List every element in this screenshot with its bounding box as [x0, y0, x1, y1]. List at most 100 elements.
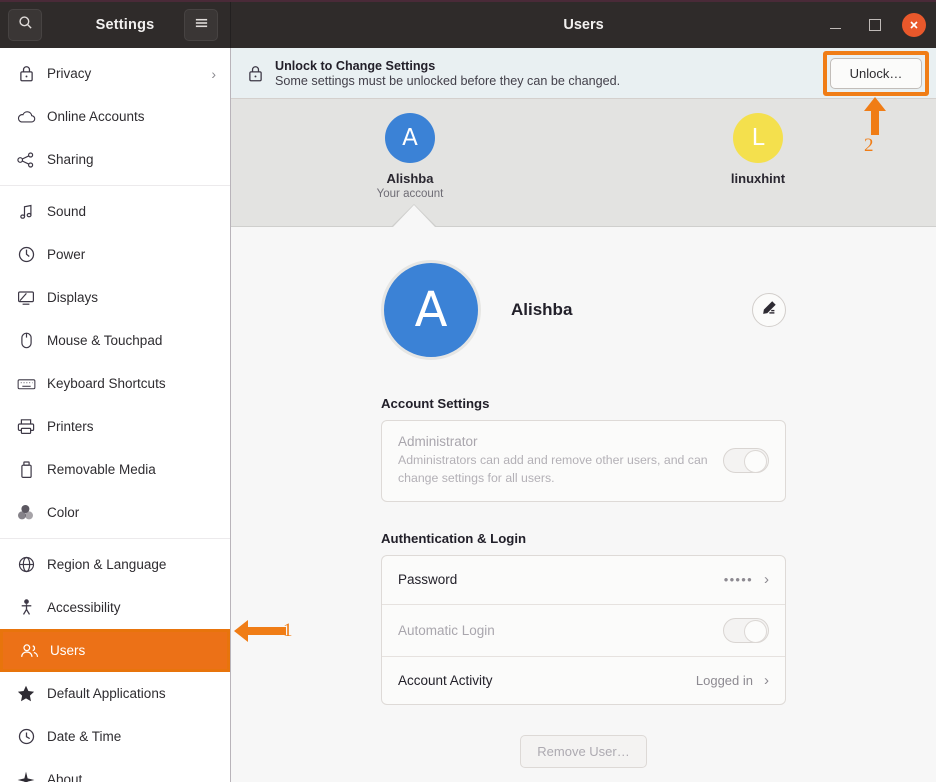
sidebar-item-date-time[interactable]: Date & Time [0, 715, 230, 758]
accessibility-person-icon [16, 598, 36, 618]
row-password[interactable]: Password ••••• › [382, 556, 785, 604]
sidebar-item-power[interactable]: Power [0, 233, 230, 276]
pencil-edit-icon [761, 300, 777, 321]
carousel-user-alishba[interactable]: A Alishba Your account [350, 113, 470, 200]
remove-user-button[interactable]: Remove User… [520, 735, 647, 768]
unlock-button[interactable]: Unlock… [830, 57, 922, 89]
profile-avatar[interactable]: A [381, 260, 481, 360]
automatic-login-control [723, 617, 769, 643]
sidebar-item-label: Region & Language [47, 557, 167, 572]
sidebar-item-online-accounts[interactable]: Online Accounts [0, 95, 230, 138]
minimize-button[interactable] [822, 12, 848, 38]
globe-icon [16, 555, 36, 575]
sidebar-item-label: Keyboard Shortcuts [47, 376, 166, 391]
sparkle-icon [16, 770, 36, 782]
unlock-banner-title: Unlock to Change Settings [275, 58, 436, 73]
sidebar-item-label: Printers [47, 419, 94, 434]
usb-drive-icon [16, 460, 36, 480]
automatic-login-toggle[interactable] [723, 617, 769, 643]
unlock-banner-subtitle: Some settings must be unlocked before th… [275, 73, 621, 88]
account-activity-value: Logged in [695, 672, 753, 688]
administrator-toggle[interactable] [723, 448, 769, 474]
share-nodes-icon [16, 150, 36, 170]
sidebar-separator [0, 185, 230, 186]
sidebar-item-keyboard-shortcuts[interactable]: Keyboard Shortcuts [0, 362, 230, 405]
chevron-right-icon: › [764, 571, 769, 589]
hamburger-menu-icon [194, 16, 209, 34]
printer-icon [16, 417, 36, 437]
sidebar-item-sound[interactable]: Sound [0, 190, 230, 233]
account-activity-control: Logged in › [696, 672, 769, 689]
title-bar: Settings Users [0, 0, 936, 48]
profile-row: A Alishba [231, 260, 936, 360]
authentication-heading: Authentication & Login [381, 530, 527, 546]
chevron-right-icon: › [211, 65, 216, 82]
sidebar-item-label: Displays [47, 290, 99, 305]
carousel-user-name: Alishba [386, 171, 434, 186]
display-icon [16, 288, 36, 308]
panel-footer: Remove User… [231, 735, 936, 782]
sidebar-item-label: Sharing [47, 152, 94, 167]
content-area: Unlock to Change Settings Some settings … [231, 48, 936, 782]
automatic-login-label: Automatic Login [398, 622, 495, 638]
maximize-button[interactable] [862, 12, 888, 38]
main-menu-button[interactable] [184, 9, 218, 41]
row-account-activity[interactable]: Account Activity Logged in › [382, 655, 785, 704]
window-controls [822, 12, 926, 38]
user-detail-panel: A Alishba Account Settings Administrator… [231, 227, 936, 782]
color-circles-icon [16, 503, 36, 523]
carousel-user-linuxhint[interactable]: L linuxhint [698, 113, 818, 186]
carousel-user-name: linuxhint [730, 171, 786, 186]
administrator-label: Administrator [398, 434, 478, 449]
carousel-selection-caret [393, 205, 435, 227]
sidebar-item-color[interactable]: Color [0, 491, 230, 534]
star-icon [16, 684, 36, 704]
sidebar: Privacy › Online Accounts Sharing Sound … [0, 48, 231, 782]
lock-icon [16, 64, 36, 84]
sidebar-item-label: Mouse & Touchpad [47, 333, 163, 348]
avatar: L [733, 113, 783, 163]
sidebar-item-label: Sound [47, 204, 87, 219]
search-icon [18, 15, 33, 35]
sidebar-item-sharing[interactable]: Sharing [0, 138, 230, 181]
administrator-description: Administrators can add and remove other … [398, 453, 708, 485]
sidebar-item-region-language[interactable]: Region & Language [0, 543, 230, 586]
unlock-banner-text: Unlock to Change Settings Some settings … [275, 59, 620, 88]
sidebar-item-label: Online Accounts [47, 109, 145, 124]
power-icon [16, 245, 36, 265]
sidebar-item-label: Default Applications [47, 686, 166, 701]
user-carousel: A Alishba Your account L linuxhint [231, 99, 936, 227]
window-body: Privacy › Online Accounts Sharing Sound … [0, 48, 936, 782]
sidebar-item-label: Accessibility [47, 600, 121, 615]
title-bar-sidebar-section: Settings [0, 2, 231, 48]
sidebar-item-mouse-touchpad[interactable]: Mouse & Touchpad [0, 319, 230, 362]
sidebar-item-accessibility[interactable]: Accessibility [0, 586, 230, 629]
sidebar-item-printers[interactable]: Printers [0, 405, 230, 448]
search-button[interactable] [8, 9, 42, 41]
sidebar-item-removable-media[interactable]: Removable Media [0, 448, 230, 491]
administrator-text: Administrator Administrators can add and… [398, 434, 723, 488]
sidebar-item-label: Users [50, 643, 86, 658]
users-icon [19, 641, 39, 661]
sidebar-item-default-applications[interactable]: Default Applications [0, 672, 230, 715]
edit-profile-button[interactable] [752, 293, 786, 327]
cloud-icon [16, 107, 36, 127]
sidebar-item-users[interactable]: Users [0, 629, 230, 672]
account-activity-label: Account Activity [398, 672, 493, 688]
sidebar-item-label: Date & Time [47, 729, 122, 744]
password-value: ••••• [723, 572, 753, 588]
password-label: Password [398, 572, 458, 588]
sidebar-item-displays[interactable]: Displays [0, 276, 230, 319]
close-button[interactable] [902, 13, 926, 37]
keyboard-icon [16, 374, 36, 394]
carousel-user-sub: Your account [376, 188, 444, 200]
sidebar-item-label: About [47, 772, 83, 782]
unlock-button-wrapper: Unlock… [823, 50, 929, 96]
account-settings-heading: Account Settings [381, 396, 490, 411]
sidebar-item-privacy[interactable]: Privacy › [0, 52, 230, 95]
title-bar-content-section: Users [231, 2, 936, 48]
sidebar-item-label: Power [47, 247, 86, 262]
sidebar-item-label: Removable Media [47, 462, 156, 477]
chevron-right-icon: › [764, 671, 769, 689]
sidebar-item-about[interactable]: About [0, 758, 230, 782]
